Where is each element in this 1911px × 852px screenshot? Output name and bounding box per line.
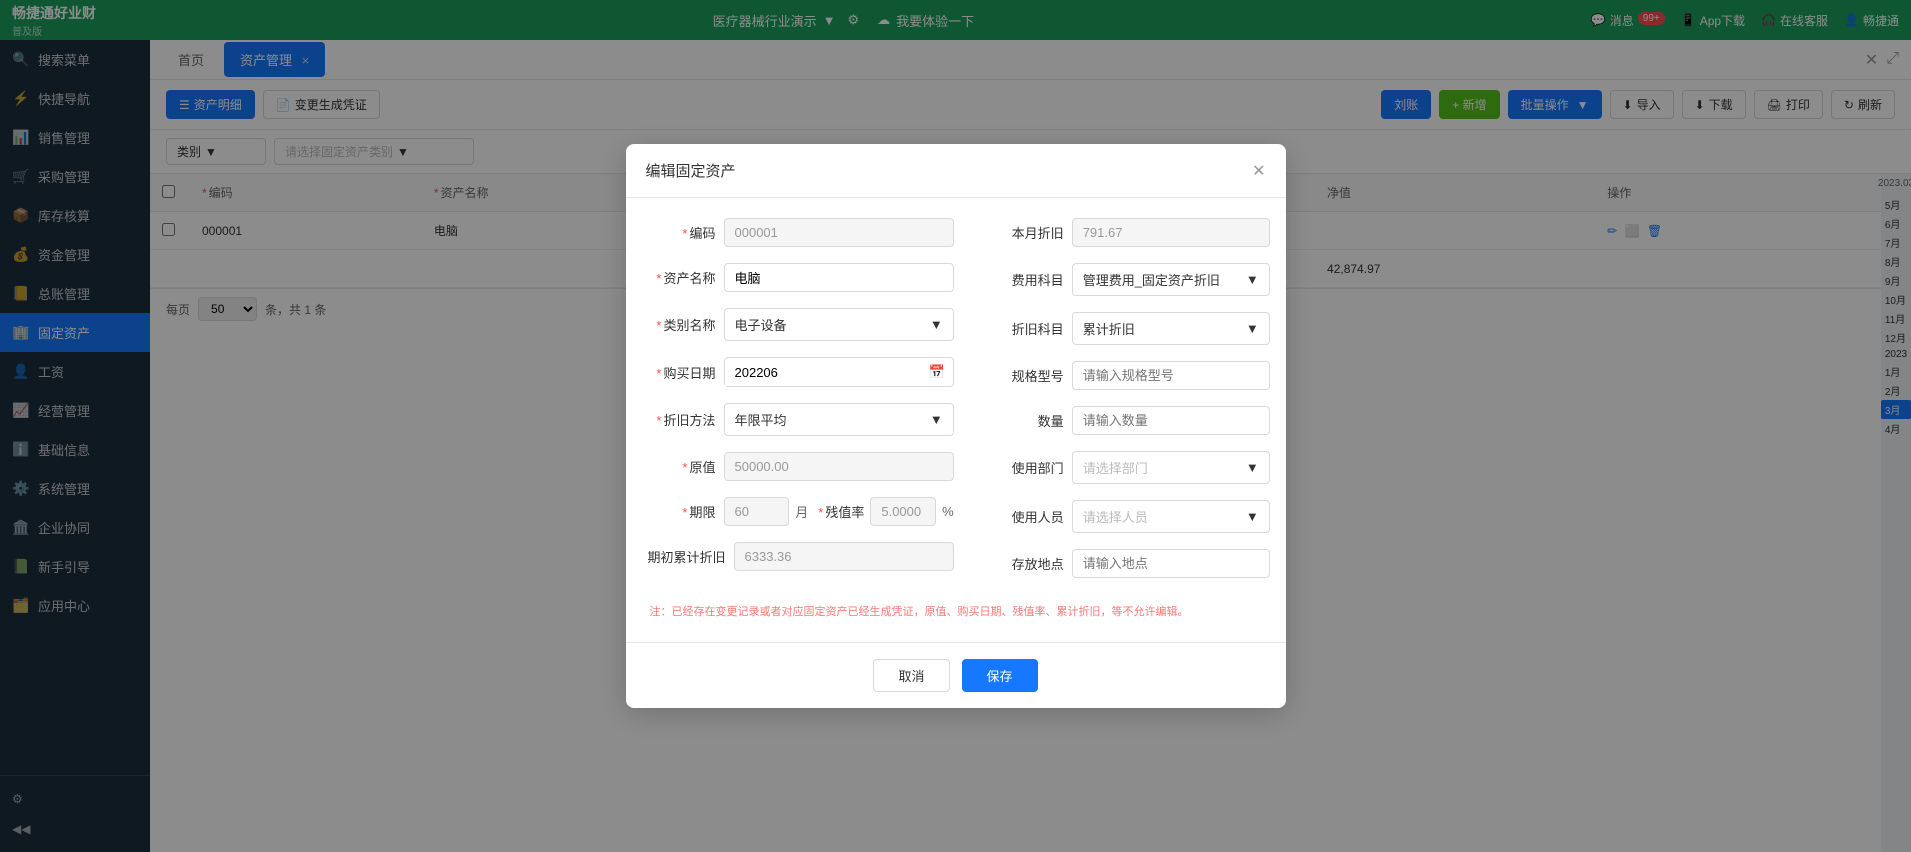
dept-row: 使用部门 请选择部门 ▼	[994, 451, 1270, 484]
modal-note: 注：已经存在变更记录或者对应固定资产已经生成凭证，原值、购买日期、残值率、累计折…	[646, 604, 1266, 622]
modal-right-column: 本月折旧 费用科目 管理费用_固定资产折旧 ▼	[994, 218, 1270, 594]
initial-acc-dep-label: 期初累计折旧	[646, 547, 726, 566]
user-chevron-icon: ▼	[1246, 509, 1259, 524]
initial-acc-dep-group: 期初累计折旧	[646, 542, 954, 571]
residual-rate-label: *残值率	[818, 502, 864, 521]
dept-chevron-icon: ▼	[1246, 460, 1259, 475]
cancel-button[interactable]: 取消	[873, 659, 949, 692]
monthly-dep-label: 本月折旧	[994, 223, 1064, 242]
purchase-date-input[interactable]	[725, 359, 921, 386]
dep-subject-label: 折旧科目	[994, 319, 1064, 338]
category-select[interactable]: 电子设备 ▼	[724, 308, 954, 341]
name-group: *资产名称	[646, 263, 954, 292]
period-input[interactable]	[724, 497, 790, 526]
dept-group: 使用部门 请选择部门 ▼	[994, 451, 1270, 484]
spec-model-input[interactable]	[1072, 361, 1270, 390]
quantity-label: 数量	[994, 411, 1064, 430]
category-row: *类别名称 电子设备 ▼	[646, 308, 954, 341]
save-button[interactable]: 保存	[962, 659, 1038, 692]
category-label: *类别名称	[646, 315, 716, 334]
code-input[interactable]	[724, 218, 954, 247]
initial-acc-dep-row: 期初累计折旧	[646, 542, 954, 571]
dep-method-select[interactable]: 年限平均 ▼	[724, 403, 954, 436]
modal-left-column: *编码 *资产名称 *类别名称	[646, 218, 954, 594]
original-value-group: *原值	[646, 452, 954, 481]
category-group: *类别名称 电子设备 ▼	[646, 308, 954, 341]
spec-model-row: 规格型号	[994, 361, 1270, 390]
purchase-date-label: *购买日期	[646, 363, 716, 382]
dep-method-label: *折旧方法	[646, 410, 716, 429]
period-inline: 月 *残值率 %	[724, 497, 954, 526]
modal-columns: *编码 *资产名称 *类别名称	[646, 218, 1266, 594]
original-value-label: *原值	[646, 457, 716, 476]
dep-subject-select[interactable]: 累计折旧 ▼	[1072, 312, 1270, 345]
purchase-date-row: *购买日期 📅	[646, 357, 954, 387]
dep-method-chevron-icon: ▼	[930, 412, 943, 427]
dep-method-group: *折旧方法 年限平均 ▼	[646, 403, 954, 436]
monthly-dep-input	[1072, 218, 1270, 247]
spec-model-group: 规格型号	[994, 361, 1270, 390]
user-row: 使用人员 请选择人员 ▼	[994, 500, 1270, 533]
expense-subject-chevron-icon: ▼	[1246, 272, 1259, 287]
residual-rate-input[interactable]	[870, 497, 936, 526]
monthly-dep-group: 本月折旧	[994, 218, 1270, 247]
period-group: *期限 月 *残值率 %	[646, 497, 954, 526]
quantity-input[interactable]	[1072, 406, 1270, 435]
initial-acc-dep-input[interactable]	[734, 542, 954, 571]
period-row: *期限 月 *残值率 %	[646, 497, 954, 526]
dep-method-row: *折旧方法 年限平均 ▼	[646, 403, 954, 436]
code-group: *编码	[646, 218, 954, 247]
monthly-dep-row: 本月折旧	[994, 218, 1270, 247]
expense-subject-label: 费用科目	[994, 270, 1064, 289]
date-input-wrapper: 📅	[724, 357, 954, 387]
dept-select[interactable]: 请选择部门 ▼	[1072, 451, 1270, 484]
location-label: 存放地点	[994, 554, 1064, 573]
expense-subject-group: 费用科目 管理费用_固定资产折旧 ▼	[994, 263, 1270, 296]
name-row: *资产名称	[646, 263, 954, 292]
quantity-group: 数量	[994, 406, 1270, 435]
modal-close-icon[interactable]: ✕	[1252, 161, 1265, 181]
category-chevron-icon: ▼	[930, 317, 943, 332]
user-label: 使用人员	[994, 507, 1064, 526]
quantity-row: 数量	[994, 406, 1270, 435]
user-select[interactable]: 请选择人员 ▼	[1072, 500, 1270, 533]
modal-body: *编码 *资产名称 *类别名称	[626, 198, 1286, 642]
user-group: 使用人员 请选择人员 ▼	[994, 500, 1270, 533]
modal-overlay[interactable]: 编辑固定资产 ✕ *编码 *资产名称	[0, 0, 1911, 852]
calendar-icon[interactable]: 📅	[921, 358, 953, 386]
code-label: *编码	[646, 223, 716, 242]
location-input[interactable]	[1072, 549, 1270, 578]
spec-model-label: 规格型号	[994, 366, 1064, 385]
original-value-input[interactable]	[724, 452, 954, 481]
name-label: *资产名称	[646, 268, 716, 287]
modal-header: 编辑固定资产 ✕	[626, 144, 1286, 198]
code-row: *编码	[646, 218, 954, 247]
dep-subject-chevron-icon: ▼	[1246, 321, 1259, 336]
name-input[interactable]	[724, 263, 954, 292]
modal-title: 编辑固定资产	[646, 160, 736, 181]
modal-footer: 取消 保存	[626, 642, 1286, 708]
location-group: 存放地点	[994, 549, 1270, 578]
dep-subject-row: 折旧科目 累计折旧 ▼	[994, 312, 1270, 345]
dept-label: 使用部门	[994, 458, 1064, 477]
expense-subject-select[interactable]: 管理费用_固定资产折旧 ▼	[1072, 263, 1270, 296]
edit-asset-modal: 编辑固定资产 ✕ *编码 *资产名称	[626, 144, 1286, 708]
purchase-date-group: *购买日期 📅	[646, 357, 954, 387]
dep-subject-group: 折旧科目 累计折旧 ▼	[994, 312, 1270, 345]
location-row: 存放地点	[994, 549, 1270, 578]
original-value-row: *原值	[646, 452, 954, 481]
expense-subject-row: 费用科目 管理费用_固定资产折旧 ▼	[994, 263, 1270, 296]
period-label: *期限	[646, 502, 716, 521]
